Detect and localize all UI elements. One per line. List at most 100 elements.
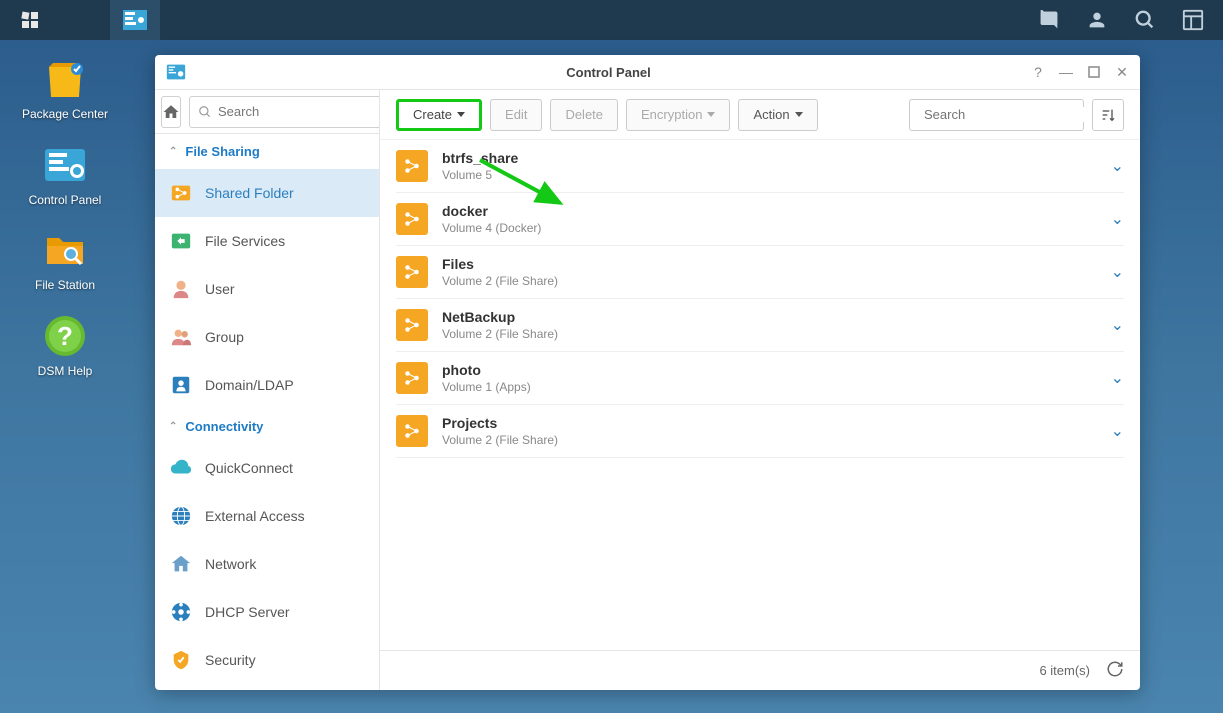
- list-item[interactable]: Projects Volume 2 (File Share) ⌄: [396, 405, 1124, 458]
- sidebar-item-group[interactable]: Group: [155, 313, 379, 361]
- button-label: Action: [753, 107, 789, 122]
- chevron-down-icon[interactable]: ⌄: [1111, 315, 1124, 335]
- sidebar-item-user[interactable]: User: [155, 265, 379, 313]
- sidebar-item-quickconnect[interactable]: QuickConnect: [155, 444, 379, 492]
- file-services-icon: [169, 229, 193, 253]
- shared-folder-list: btrfs_share Volume 5 ⌄ docker Volume 4 (…: [380, 140, 1140, 650]
- network-icon: [169, 552, 193, 576]
- sidebar-search[interactable]: [189, 96, 380, 128]
- minimize-icon[interactable]: —: [1058, 64, 1074, 80]
- sidebar-section-file-sharing[interactable]: ⌃ File Sharing: [155, 134, 379, 169]
- widgets-icon[interactable]: [1173, 0, 1213, 40]
- desktop-icon-label: File Station: [35, 278, 95, 294]
- sidebar-item-dhcp-server[interactable]: DHCP Server: [155, 588, 379, 636]
- home-icon: [162, 103, 180, 121]
- list-item-title: photo: [442, 362, 1097, 378]
- chevron-down-icon: ⌃: [169, 146, 177, 157]
- home-button[interactable]: [161, 96, 181, 128]
- button-label: Create: [413, 107, 452, 122]
- desktop-icon-package-center[interactable]: Package Center: [15, 55, 115, 123]
- chat-icon[interactable]: [1029, 0, 1069, 40]
- sidebar-search-input[interactable]: [218, 104, 380, 119]
- sidebar-item-label: DHCP Server: [205, 604, 290, 620]
- sidebar-item-label: Group: [205, 329, 244, 345]
- chevron-down-icon[interactable]: ⌄: [1111, 421, 1124, 441]
- main-menu-icon[interactable]: [10, 0, 50, 40]
- list-item-subtitle: Volume 1 (Apps): [442, 380, 1097, 394]
- encryption-button[interactable]: Encryption: [626, 99, 730, 131]
- sidebar-item-label: QuickConnect: [205, 460, 293, 476]
- window-titlebar[interactable]: Control Panel ? — ✕: [155, 55, 1140, 90]
- list-item-title: Projects: [442, 415, 1097, 431]
- list-item[interactable]: docker Volume 4 (Docker) ⌄: [396, 193, 1124, 246]
- edit-button[interactable]: Edit: [490, 99, 542, 131]
- list-item[interactable]: btrfs_share Volume 5 ⌄: [396, 140, 1124, 193]
- desktop-icon-label: DSM Help: [38, 364, 93, 380]
- show-desktop-icon[interactable]: [60, 0, 100, 40]
- shield-icon: [169, 648, 193, 672]
- sidebar-item-domain-ldap[interactable]: Domain/LDAP: [155, 361, 379, 409]
- chevron-down-icon[interactable]: ⌄: [1111, 156, 1124, 176]
- chevron-down-icon[interactable]: ⌄: [1111, 209, 1124, 229]
- search-icon[interactable]: [1125, 0, 1165, 40]
- share-folder-icon: [396, 150, 428, 182]
- sidebar-item-file-services[interactable]: File Services: [155, 217, 379, 265]
- delete-button[interactable]: Delete: [550, 99, 618, 131]
- window-title: Control Panel: [187, 65, 1030, 80]
- list-item-title: docker: [442, 203, 1097, 219]
- group-icon: [169, 325, 193, 349]
- list-item[interactable]: NetBackup Volume 2 (File Share) ⌄: [396, 299, 1124, 352]
- action-button[interactable]: Action: [738, 99, 817, 131]
- user-icon: [169, 277, 193, 301]
- maximize-icon[interactable]: [1086, 64, 1102, 80]
- sidebar-section-connectivity[interactable]: ⌃ Connectivity: [155, 409, 379, 444]
- desktop-icon-control-panel[interactable]: Control Panel: [15, 141, 115, 209]
- desktop-icon-label: Package Center: [22, 107, 108, 123]
- toolbar: Create Edit Delete Encryption Action: [380, 90, 1140, 140]
- refresh-button[interactable]: [1106, 660, 1124, 681]
- list-item-title: Files: [442, 256, 1097, 272]
- control-panel-icon: [41, 141, 89, 189]
- share-folder-icon: [396, 203, 428, 235]
- taskbar: [0, 0, 1223, 40]
- desktop-icon-dsm-help[interactable]: ? DSM Help: [15, 312, 115, 380]
- button-label: Edit: [505, 107, 527, 122]
- dhcp-icon: [169, 600, 193, 624]
- sidebar-item-security[interactable]: Security: [155, 636, 379, 684]
- refresh-icon: [1106, 660, 1124, 678]
- list-item-title: NetBackup: [442, 309, 1097, 325]
- desktop-icon-label: Control Panel: [29, 193, 102, 209]
- share-folder-icon: [169, 181, 193, 205]
- desktop-icon-file-station[interactable]: File Station: [15, 226, 115, 294]
- sidebar-item-label: Shared Folder: [205, 185, 294, 201]
- user-icon[interactable]: [1077, 0, 1117, 40]
- chevron-down-icon[interactable]: ⌄: [1111, 368, 1124, 388]
- close-icon[interactable]: ✕: [1114, 64, 1130, 80]
- list-item[interactable]: photo Volume 1 (Apps) ⌄: [396, 352, 1124, 405]
- taskbar-app-control-panel[interactable]: [110, 0, 160, 40]
- search-icon: [198, 105, 212, 119]
- sort-button[interactable]: [1092, 99, 1124, 131]
- sidebar-item-label: External Access: [205, 508, 305, 524]
- item-count: 6 item(s): [1039, 663, 1090, 678]
- chevron-down-icon[interactable]: ⌄: [1111, 262, 1124, 282]
- sidebar-item-network[interactable]: Network: [155, 540, 379, 588]
- share-folder-icon: [396, 256, 428, 288]
- sidebar-item-shared-folder[interactable]: Shared Folder: [155, 169, 379, 217]
- share-folder-icon: [396, 362, 428, 394]
- sidebar-section-label: File Sharing: [185, 144, 259, 159]
- sidebar-item-external-access[interactable]: External Access: [155, 492, 379, 540]
- control-panel-window: Control Panel ? — ✕ ⌃ File Sharing: [155, 55, 1140, 690]
- sidebar-item-label: User: [205, 281, 235, 297]
- toolbar-search-input[interactable]: [924, 107, 1100, 122]
- list-item[interactable]: Files Volume 2 (File Share) ⌄: [396, 246, 1124, 299]
- sidebar-section-label: Connectivity: [185, 419, 263, 434]
- toolbar-search[interactable]: [909, 99, 1084, 131]
- list-item-subtitle: Volume 5: [442, 168, 1097, 182]
- sort-icon: [1100, 107, 1116, 123]
- list-item-subtitle: Volume 4 (Docker): [442, 221, 1097, 235]
- share-folder-icon: [396, 309, 428, 341]
- help-button-icon[interactable]: ?: [1030, 64, 1046, 80]
- list-item-subtitle: Volume 2 (File Share): [442, 433, 1097, 447]
- create-button[interactable]: Create: [396, 99, 482, 131]
